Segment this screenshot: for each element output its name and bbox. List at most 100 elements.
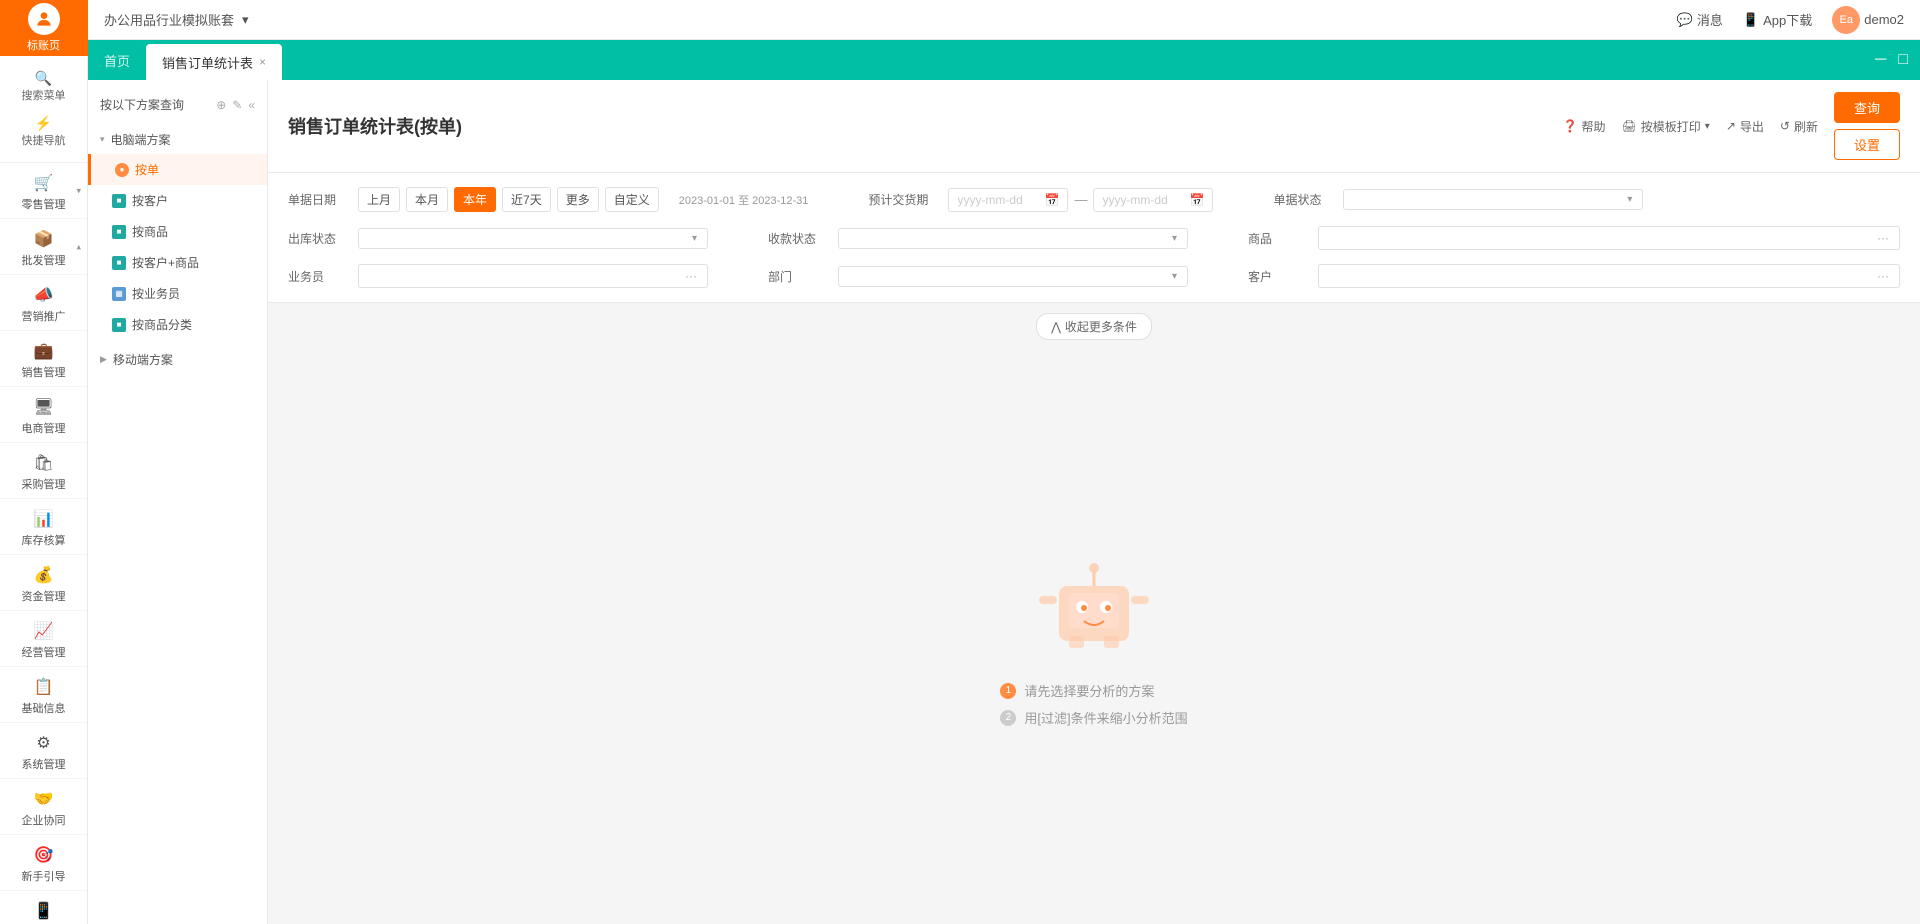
customer-input[interactable]: ··· [1318,264,1900,288]
tip-1: 1 请先选择要分析的方案 [1000,681,1187,700]
sidebar-item-marketing[interactable]: 📣 营销推广 [0,275,87,331]
tab-bar-actions: ─ □ [1875,51,1908,69]
collapse-panel-icon[interactable]: « [248,98,255,112]
scheme-bycustomer[interactable]: ■ 按客户 [88,185,267,216]
dept-label: 部门 [768,268,818,285]
print-dropdown-icon[interactable]: ▾ [1705,121,1710,132]
quick-nav-btn[interactable]: ⚡ 快捷导航 [0,109,87,154]
enterprise-icon: 🤝 [34,789,54,809]
top-bar-right: 💬 消息 📱 App下载 Ea demo2 [1677,6,1904,34]
edit-scheme-icon[interactable]: ✎ [232,98,242,112]
calendar-end-icon: 📅 [1189,193,1204,207]
user-profile-btn[interactable]: Ea demo2 [1832,6,1904,34]
sidebar-item-sales[interactable]: 💼 销售管理 [0,331,87,387]
date-btn-7days[interactable]: 近7天 [502,187,551,212]
sidebar-item-newuser[interactable]: 🎯 新手引导 [0,835,87,891]
page-header: 销售订单统计表(按单) ❓ 帮助 🖨 按模板打印 ▾ ↗ 导出 [268,80,1920,173]
header-actions: ❓ 帮助 🖨 按模板打印 ▾ ↗ 导出 ↺ 刷新 [1563,92,1900,172]
message-btn[interactable]: 💬 消息 [1677,10,1723,29]
dept-chevron-icon: ▾ [1172,271,1177,282]
add-scheme-icon[interactable]: ⊕ [216,98,226,112]
window-minimize-icon[interactable]: ─ [1875,51,1886,69]
tab-close-icon[interactable]: × [259,55,266,69]
scheme-bycategory[interactable]: ■ 按商品分类 [88,309,267,340]
sidebar-item-retail[interactable]: 🛒 零售管理 ▾ [0,163,87,219]
logo-text: 标账页 [27,37,60,53]
date-btn-year[interactable]: 本年 [454,187,496,212]
refresh-btn[interactable]: ↺ 刷新 [1780,118,1818,135]
search-menu-btn[interactable]: 🔍 搜索菜单 [0,64,87,109]
print-btn[interactable]: 🖨 按模板打印 ▾ [1622,118,1710,135]
export-btn[interactable]: ↗ 导出 [1726,118,1764,135]
order-status-chevron-icon: ▾ [1627,194,1632,205]
message-icon: 💬 [1677,12,1693,28]
filter-area: 单据日期 上月 本月 本年 近7天 更多 自定义 2023-01-01 至 20… [268,173,1920,303]
sidebar-item-system[interactable]: ⚙ 系统管理 [0,723,87,779]
avatar: Ea [1832,6,1860,34]
date-btn-current[interactable]: 本月 [406,187,448,212]
end-date-input[interactable]: yyyy-mm-dd 📅 [1093,188,1213,212]
sidebar-item-purchase[interactable]: 🛍 采购管理 [0,443,87,499]
app-logo: 标账页 [0,0,88,56]
bygoods-icon: ■ [112,225,126,239]
scheme-bygoods[interactable]: ■ 按商品 [88,216,267,247]
scheme-byorder[interactable]: ● 按单 [88,154,267,185]
tab-home[interactable]: 首页 [88,40,146,80]
sidebar-item-operation[interactable]: 📈 经营管理 [0,611,87,667]
sidebar: 标账页 🔍 搜索菜单 ⚡ 快捷导航 🛒 零售管理 ▾ 📦 批发管理 ▴ 📣 营销… [0,0,88,924]
sidebar-item-ecommerce[interactable]: 🖥 电商管理 [0,387,87,443]
sidebar-item-wholesale[interactable]: 📦 批发管理 ▴ [0,219,87,275]
basic-icon: 📋 [34,677,54,697]
inventory-icon: 📊 [34,509,54,529]
help-btn[interactable]: ❓ 帮助 [1563,118,1606,135]
collapse-btn[interactable]: ⋀ 收起更多条件 [1036,313,1152,340]
window-maximize-icon[interactable]: □ [1898,51,1908,69]
top-bar-left: 办公用品行业模拟账套 ▾ [104,10,249,29]
query-button[interactable]: 查询 [1834,92,1900,123]
date-btn-more[interactable]: 更多 [557,187,599,212]
sidebar-item-appcenter[interactable]: 📱 应用中心 [0,891,87,924]
mobile-section[interactable]: ▶ 移动端方案 [88,344,267,375]
bycategory-icon: ■ [112,318,126,332]
calendar-start-icon: 📅 [1044,193,1059,207]
tip-2: 2 用[过滤]条件来缩小分析范围 [1000,708,1187,727]
newuser-icon: 🎯 [34,845,54,865]
date-btn-last[interactable]: 上月 [358,187,400,212]
scheme-bysales[interactable]: ▦ 按业务员 [88,278,267,309]
pc-section-title[interactable]: ▾ 电脑端方案 [88,125,267,154]
app-download-btn[interactable]: 📱 App下载 [1743,10,1812,29]
tab-sales-order[interactable]: 销售订单统计表 × [146,44,282,80]
sidebar-item-enterprise[interactable]: 🤝 企业协同 [0,779,87,835]
wholesale-icon: 📦 [34,229,54,249]
ecommerce-icon: 🖥 [33,397,53,417]
customer-label: 客户 [1248,268,1298,285]
search-section: 🔍 搜索菜单 ⚡ 快捷导航 [0,56,87,163]
tip-1-num: 1 [1000,683,1016,699]
sidebar-item-finance[interactable]: 💰 资金管理 [0,555,87,611]
scheme-bycustomergoods[interactable]: ■ 按客户+商品 [88,247,267,278]
app-title: 办公用品行业模拟账套 [104,10,234,29]
ship-status-select[interactable]: ▾ [358,228,708,249]
empty-svg-illustration [1034,541,1154,661]
system-icon: ⚙ [36,733,50,753]
settings-button[interactable]: 设置 [1834,129,1900,160]
sidebar-item-inventory[interactable]: 📊 库存核算 [0,499,87,555]
ship-chevron-icon: ▾ [692,233,697,244]
empty-state: 1 请先选择要分析的方案 2 用[过滤]条件来缩小分析范围 [268,344,1920,924]
date-range-text: 2023-01-01 至 2023-12-31 [679,192,809,208]
payment-status-select[interactable]: ▾ [838,228,1188,249]
dropdown-icon[interactable]: ▾ [242,12,249,28]
sidebar-item-basic[interactable]: 📋 基础信息 [0,667,87,723]
start-date-input[interactable]: yyyy-mm-dd 📅 [948,188,1068,212]
goods-input[interactable]: ··· [1318,226,1900,250]
salesperson-input[interactable]: ··· [358,264,708,288]
date-btn-custom[interactable]: 自定义 [605,187,659,212]
sidebar-nav: 🛒 零售管理 ▾ 📦 批发管理 ▴ 📣 营销推广 💼 销售管理 🖥 电商管理 🛍… [0,163,87,924]
salesperson-label: 业务员 [288,268,338,285]
empty-tips: 1 请先选择要分析的方案 2 用[过滤]条件来缩小分析范围 [1000,681,1187,727]
byorder-icon: ● [115,163,129,177]
print-icon: 🖨 [1622,119,1637,133]
order-status-select[interactable]: ▾ [1343,189,1643,210]
dept-select[interactable]: ▾ [838,266,1188,287]
purchase-icon: 🛍 [33,453,53,473]
